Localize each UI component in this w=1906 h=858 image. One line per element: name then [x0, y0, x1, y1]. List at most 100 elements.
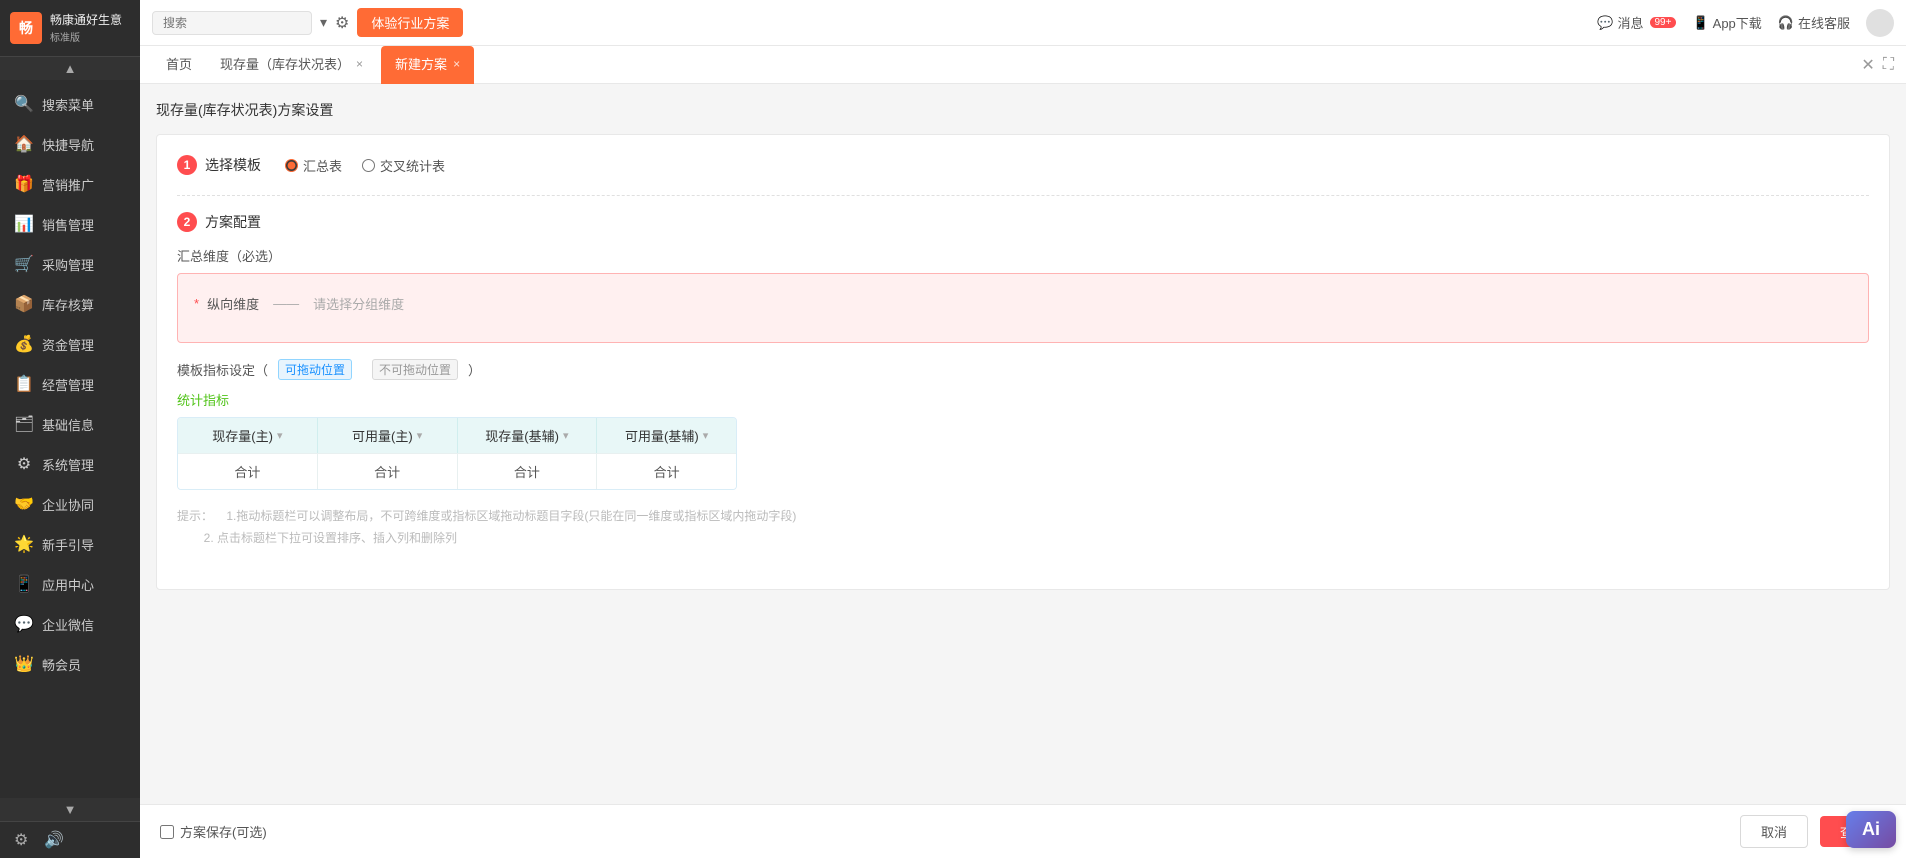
stats-col-1[interactable]: 可用量(主) ▾: [318, 418, 458, 453]
content-area: 现存量(库存状况表)方案设置 1 选择模板 汇总表 交叉统计表: [140, 84, 1906, 804]
cancel-button[interactable]: 取消: [1740, 815, 1808, 848]
headset-icon: 🎧: [1778, 15, 1794, 31]
header-right: 💬 消息 99+ 📱 App下载 🎧 在线客服: [1597, 9, 1894, 37]
sidebar-item-enterprise[interactable]: 🤝 企业协同: [0, 484, 140, 524]
sidebar-label-enterprise: 企业协同: [42, 495, 94, 514]
stats-section-label: 统计指标: [177, 390, 1869, 409]
sidebar-item-search[interactable]: 🔍搜索菜单: [0, 84, 140, 124]
stats-table: 现存量(主)▾可用量(主)▾现存量(基辅)▾可用量(基辅)▾ 合计合计合计合计: [177, 417, 737, 490]
sidebar-item-marketing[interactable]: 🎁 营销推广: [0, 164, 140, 204]
tab-inventory[interactable]: 现存量（库存状况表） ×: [206, 46, 377, 84]
sidebar-icon-marketing: 🎁: [14, 174, 34, 194]
tips-title-text: 提示：: [177, 509, 213, 523]
sidebar-item-member[interactable]: 👑畅会员: [0, 644, 140, 684]
vertical-dimension-field: * 纵向维度 —— 请选择分组维度: [194, 294, 1852, 313]
sidebar-label-newbie: 新手引导: [42, 535, 94, 554]
trial-button[interactable]: 体验行业方案: [357, 8, 463, 37]
window-expand-button[interactable]: ⛶: [1883, 56, 1894, 74]
col-chevron-0: ▾: [277, 429, 283, 442]
search-dropdown-button[interactable]: ▾: [320, 14, 327, 31]
stats-table-row: 合计合计合计合计: [178, 453, 736, 489]
section1-num: 1: [177, 155, 197, 175]
section2-title: 方案配置: [205, 212, 261, 232]
section-template: 1 选择模板 汇总表 交叉统计表: [177, 155, 1869, 175]
save-checkbox[interactable]: [160, 825, 174, 839]
sidebar-icon-enterprise: 🤝: [14, 494, 34, 514]
radio-cross[interactable]: 交叉统计表: [362, 156, 445, 175]
sidebar-label-finance: 资金管理: [42, 335, 94, 354]
header-settings-button[interactable]: ⚙: [335, 13, 349, 33]
sidebar-label-app-center: 应用中心: [42, 575, 94, 594]
sidebar-item-business[interactable]: 📋经营管理: [0, 364, 140, 404]
online-service-item[interactable]: 🎧 在线客服: [1778, 13, 1850, 32]
sidebar-icon-business: 📋: [14, 374, 34, 394]
sidebar-scroll-down[interactable]: ▼: [0, 798, 140, 821]
sidebar-label-marketing: 营销推广: [42, 175, 94, 194]
footer-save-label[interactable]: 方案保存(可选): [160, 822, 267, 841]
required-star: *: [194, 296, 199, 311]
settings-card: 1 选择模板 汇总表 交叉统计表: [156, 134, 1890, 590]
app-download-label: App下载: [1713, 13, 1762, 32]
app-logo: 畅 畅康通好生意 标准版: [0, 0, 140, 57]
section-config: 2 方案配置 汇总维度（必选） * 纵向维度 —— 请选择分组维度 模板指标设定…: [177, 212, 1869, 549]
sidebar-label-member: 畅会员: [42, 655, 81, 674]
sidebar-item-wechat[interactable]: 💬 企业微信: [0, 604, 140, 644]
sidebar-label-system: 系统管理: [42, 455, 94, 474]
tab-home-label: 首页: [166, 54, 192, 73]
message-icon: 💬: [1597, 15, 1613, 31]
stats-cell-0: 合计: [178, 454, 318, 489]
sidebar-icon-app-center: 📱: [14, 574, 34, 594]
sidebar-scroll-up[interactable]: ▲: [0, 57, 140, 80]
footer: 方案保存(可选) 取消 查询: [140, 804, 1906, 858]
settings-icon[interactable]: ⚙: [14, 830, 28, 850]
app-download-item[interactable]: 📱 App下载: [1692, 13, 1761, 32]
radio-cross-input[interactable]: [362, 159, 375, 172]
stats-cell-2: 合计: [458, 454, 598, 489]
save-label-text: 方案保存(可选): [180, 822, 267, 841]
sidebar-icon-finance: 💰: [14, 334, 34, 354]
sidebar-item-newbie[interactable]: 🌟新手引导: [0, 524, 140, 564]
sidebar-label-purchase: 采购管理: [42, 255, 94, 274]
sidebar-item-sales[interactable]: 📊销售管理: [0, 204, 140, 244]
sidebar-label-inventory-mgr: 库存核算: [42, 295, 94, 314]
indicator-settings: 模板指标设定（ 可拖动位置 不可拖动位置 ） 统计指标 现存量(主)▾可用量(主…: [177, 359, 1869, 549]
sidebar-item-system[interactable]: ⚙系统管理: [0, 444, 140, 484]
drag-badge: 可拖动位置: [278, 359, 352, 380]
user-avatar[interactable]: [1866, 9, 1894, 37]
sidebar-label-wechat: 企业微信: [42, 615, 94, 634]
sidebar-item-quick-nav[interactable]: 🏠快捷导航: [0, 124, 140, 164]
no-drag-badge: 不可拖动位置: [372, 359, 458, 380]
sidebar-icon-wechat: 💬: [14, 614, 34, 634]
sidebar-item-finance[interactable]: 💰 资金管理: [0, 324, 140, 364]
stats-col-3[interactable]: 可用量(基辅)▾: [597, 418, 736, 453]
required-dimension-box: * 纵向维度 —— 请选择分组维度: [177, 273, 1869, 343]
stats-col-2[interactable]: 现存量(基辅)▾: [458, 418, 598, 453]
sidebar-item-app-center[interactable]: 📱 应用中心: [0, 564, 140, 604]
ai-badge[interactable]: Ai: [1846, 811, 1896, 848]
search-input[interactable]: [152, 11, 312, 35]
sidebar-item-basic-info[interactable]: 🗂基础信息: [0, 404, 140, 444]
window-close-button[interactable]: ✕: [1861, 55, 1874, 75]
section2-num: 2: [177, 212, 197, 232]
sidebar-item-inventory-mgr[interactable]: 📦库存核算: [0, 284, 140, 324]
tab-inventory-close[interactable]: ×: [356, 57, 363, 71]
tab-inventory-label: 现存量（库存状况表）: [220, 54, 350, 73]
radio-summary-input[interactable]: [285, 159, 298, 172]
tab-new-scheme-close[interactable]: ×: [453, 57, 460, 71]
radio-summary-label: 汇总表: [303, 156, 342, 175]
stats-col-label-1: 可用量(主): [352, 426, 413, 445]
col-chevron-1: ▾: [417, 429, 423, 442]
radio-summary[interactable]: 汇总表: [285, 156, 342, 175]
col-chevron-3: ▾: [703, 429, 709, 442]
window-controls: ✕ ⛶: [1861, 55, 1894, 75]
dim-placeholder[interactable]: 请选择分组维度: [313, 294, 404, 313]
radio-cross-label: 交叉统计表: [380, 156, 445, 175]
sidebar-item-purchase[interactable]: 🛒采购管理: [0, 244, 140, 284]
tab-bar: 首页 现存量（库存状况表） × 新建方案 × ✕ ⛶: [140, 46, 1906, 84]
indicator-label-suffix: ）: [468, 360, 481, 379]
tab-new-scheme[interactable]: 新建方案 ×: [381, 46, 474, 84]
messages-item[interactable]: 💬 消息 99+: [1597, 13, 1676, 32]
stats-col-0[interactable]: 现存量(主)▾: [178, 418, 318, 453]
tab-home[interactable]: 首页: [152, 46, 206, 84]
volume-icon[interactable]: 🔊: [44, 830, 64, 850]
